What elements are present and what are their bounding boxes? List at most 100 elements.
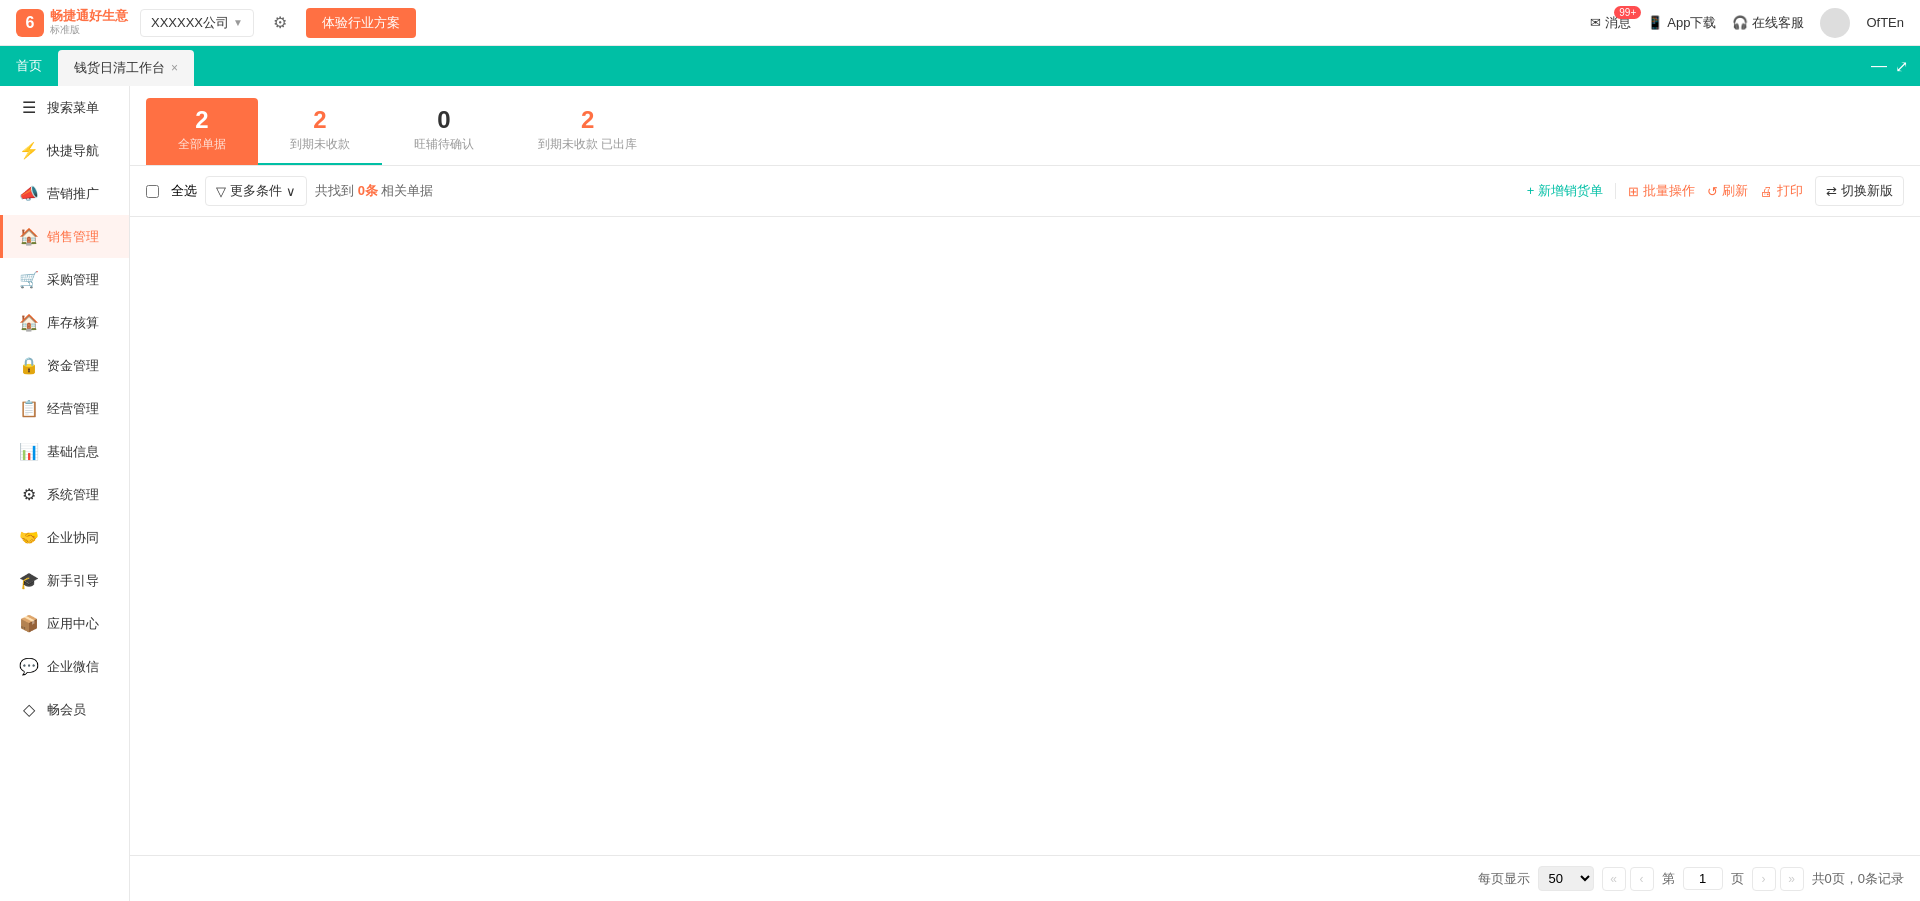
sidebar-item-system[interactable]: ⚙ 系统管理 bbox=[0, 473, 129, 516]
company-selector[interactable]: XXXXXX公司 ▼ bbox=[140, 9, 254, 37]
sidebar-label-quick-nav: 快捷导航 bbox=[47, 142, 99, 160]
filter-icon: ▽ bbox=[216, 184, 226, 199]
print-label: 打印 bbox=[1777, 182, 1803, 200]
switch-icon: ⇄ bbox=[1826, 184, 1837, 199]
page-last-button[interactable]: » bbox=[1780, 867, 1804, 891]
sidebar-item-inventory[interactable]: 🏠 库存核算 bbox=[0, 301, 129, 344]
trial-button[interactable]: 体验行业方案 bbox=[306, 8, 416, 38]
divider1 bbox=[1615, 183, 1616, 199]
sales-icon: 🏠 bbox=[19, 227, 39, 246]
avatar[interactable] bbox=[1820, 8, 1850, 38]
online-service-button[interactable]: 🎧 在线客服 bbox=[1732, 14, 1804, 32]
stat-overdue-out-label: 到期未收款 已出库 bbox=[538, 136, 637, 153]
toolbar-right: + 新增销货单 ⊞ 批量操作 ↺ 刷新 🖨 打印 ⇄ 切换新版 bbox=[1527, 176, 1904, 206]
page-prev-button[interactable]: ‹ bbox=[1630, 867, 1654, 891]
sidebar-label-system: 系统管理 bbox=[47, 486, 99, 504]
tab-close-icon[interactable]: × bbox=[171, 61, 178, 75]
quick-nav-icon: ⚡ bbox=[19, 141, 39, 160]
sidebar-label-enterprise: 企业协同 bbox=[47, 529, 99, 547]
page-input[interactable] bbox=[1683, 867, 1723, 890]
company-arrow-icon: ▼ bbox=[233, 17, 243, 28]
batch-icon: ⊞ bbox=[1628, 184, 1639, 199]
page-first-button[interactable]: « bbox=[1602, 867, 1626, 891]
sidebar-item-enterprise[interactable]: 🤝 企业协同 bbox=[0, 516, 129, 559]
sidebar-item-operations[interactable]: 📋 经营管理 bbox=[0, 387, 129, 430]
headset-icon: 🎧 bbox=[1732, 15, 1748, 30]
stat-tab-all[interactable]: 2 全部单据 bbox=[146, 98, 258, 165]
phone-icon: 📱 bbox=[1647, 15, 1663, 30]
finance-icon: 🔒 bbox=[19, 356, 39, 375]
filter-button[interactable]: ▽ 更多条件 ∨ bbox=[205, 176, 307, 206]
batch-button[interactable]: ⊞ 批量操作 bbox=[1628, 182, 1695, 200]
sidebar-item-sales[interactable]: 🏠 销售管理 bbox=[0, 215, 129, 258]
stat-tab-wangwang[interactable]: 0 旺辅待确认 bbox=[382, 98, 506, 165]
sidebar-item-quick-nav[interactable]: ⚡ 快捷导航 bbox=[0, 129, 129, 172]
stats-tabs: 2 全部单据 2 到期未收款 0 旺辅待确认 2 到期未收款 已出库 bbox=[130, 86, 1920, 166]
sidebar-item-purchase[interactable]: 🛒 采购管理 bbox=[0, 258, 129, 301]
sidebar-item-search-menu[interactable]: ☰ 搜索菜单 bbox=[0, 86, 129, 129]
member-icon: ◇ bbox=[19, 700, 39, 719]
print-icon: 🖨 bbox=[1760, 184, 1773, 199]
switch-new-version-button[interactable]: ⇄ 切换新版 bbox=[1815, 176, 1904, 206]
message-button[interactable]: ✉ 消息 99+ bbox=[1590, 14, 1631, 32]
sidebar-item-member[interactable]: ◇ 畅会员 bbox=[0, 688, 129, 731]
sidebar-label-guide: 新手引导 bbox=[47, 572, 99, 590]
sidebar-label-operations: 经营管理 bbox=[47, 400, 99, 418]
username: OfTEn bbox=[1866, 15, 1904, 30]
sidebar-label-app-center: 应用中心 bbox=[47, 615, 99, 633]
table-area bbox=[130, 217, 1920, 855]
sidebar-item-wechat[interactable]: 💬 企业微信 bbox=[0, 645, 129, 688]
page-next-button[interactable]: › bbox=[1752, 867, 1776, 891]
stat-wangwang-count: 0 bbox=[437, 106, 450, 134]
sidebar-item-marketing[interactable]: 📣 营销推广 bbox=[0, 172, 129, 215]
tab-minimize-button[interactable]: — bbox=[1871, 57, 1887, 75]
tab-active[interactable]: 钱货日清工作台 × bbox=[58, 50, 194, 86]
filter-arrow-icon: ∨ bbox=[286, 184, 296, 199]
filter-label: 更多条件 bbox=[230, 182, 282, 200]
purchase-icon: 🛒 bbox=[19, 270, 39, 289]
select-all-label: 全选 bbox=[171, 182, 197, 200]
page-suffix: 页 bbox=[1731, 870, 1744, 888]
stat-tab-overdue[interactable]: 2 到期未收款 bbox=[258, 98, 382, 165]
message-badge: 99+ bbox=[1614, 6, 1641, 19]
logo-icon: 6 bbox=[16, 9, 44, 37]
settings-button[interactable]: ⚙ bbox=[266, 9, 294, 37]
search-menu-icon: ☰ bbox=[19, 98, 39, 117]
marketing-icon: 📣 bbox=[19, 184, 39, 203]
tab-maximize-button[interactable]: ⤢ bbox=[1895, 57, 1908, 76]
refresh-button[interactable]: ↺ 刷新 bbox=[1707, 182, 1748, 200]
add-sale-button[interactable]: + 新增销货单 bbox=[1527, 182, 1603, 200]
toolbar: 全选 ▽ 更多条件 ∨ 共找到 0条 相关单据 + 新增销货单 ⊞ 批量操作 bbox=[130, 166, 1920, 217]
stat-overdue-out-count: 2 bbox=[581, 106, 594, 134]
select-all-checkbox[interactable] bbox=[146, 185, 159, 198]
tab-active-label: 钱货日清工作台 bbox=[74, 59, 165, 77]
sidebar-item-app-center[interactable]: 📦 应用中心 bbox=[0, 602, 129, 645]
tab-home-label: 首页 bbox=[16, 57, 42, 75]
add-sale-label: + 新增销货单 bbox=[1527, 182, 1603, 200]
print-button[interactable]: 🖨 打印 bbox=[1760, 182, 1803, 200]
logo-text: 畅捷通好生意 bbox=[50, 8, 128, 24]
app-download-button[interactable]: 📱 App下载 bbox=[1647, 14, 1716, 32]
header-left: 6 畅捷通好生意 标准版 XXXXXX公司 ▼ ⚙ 体验行业方案 bbox=[16, 8, 416, 38]
sidebar-label-marketing: 营销推广 bbox=[47, 185, 99, 203]
sidebar-label-search-menu: 搜索菜单 bbox=[47, 99, 99, 117]
guide-icon: 🎓 bbox=[19, 571, 39, 590]
wechat-icon: 💬 bbox=[19, 657, 39, 676]
sidebar-item-finance[interactable]: 🔒 资金管理 bbox=[0, 344, 129, 387]
found-count: 0条 bbox=[358, 183, 378, 198]
message-icon: ✉ bbox=[1590, 15, 1601, 30]
sidebar-item-base-info[interactable]: 📊 基础信息 bbox=[0, 430, 129, 473]
header-right: ✉ 消息 99+ 📱 App下载 🎧 在线客服 OfTEn bbox=[1590, 8, 1904, 38]
tab-bar: 首页 钱货日清工作台 × — ⤢ bbox=[0, 46, 1920, 86]
total-info: 共0页，0条记录 bbox=[1812, 870, 1904, 888]
sidebar-label-inventory: 库存核算 bbox=[47, 314, 99, 332]
refresh-icon: ↺ bbox=[1707, 184, 1718, 199]
top-header: 6 畅捷通好生意 标准版 XXXXXX公司 ▼ ⚙ 体验行业方案 ✉ 消息 99… bbox=[0, 0, 1920, 46]
per-page-select[interactable]: 50 20 100 bbox=[1538, 866, 1594, 891]
tab-home[interactable]: 首页 bbox=[0, 46, 58, 86]
found-text: 共找到 0条 相关单据 bbox=[315, 182, 433, 200]
sidebar-item-guide[interactable]: 🎓 新手引导 bbox=[0, 559, 129, 602]
batch-label: 批量操作 bbox=[1643, 182, 1695, 200]
inventory-icon: 🏠 bbox=[19, 313, 39, 332]
stat-tab-overdue-out[interactable]: 2 到期未收款 已出库 bbox=[506, 98, 669, 165]
